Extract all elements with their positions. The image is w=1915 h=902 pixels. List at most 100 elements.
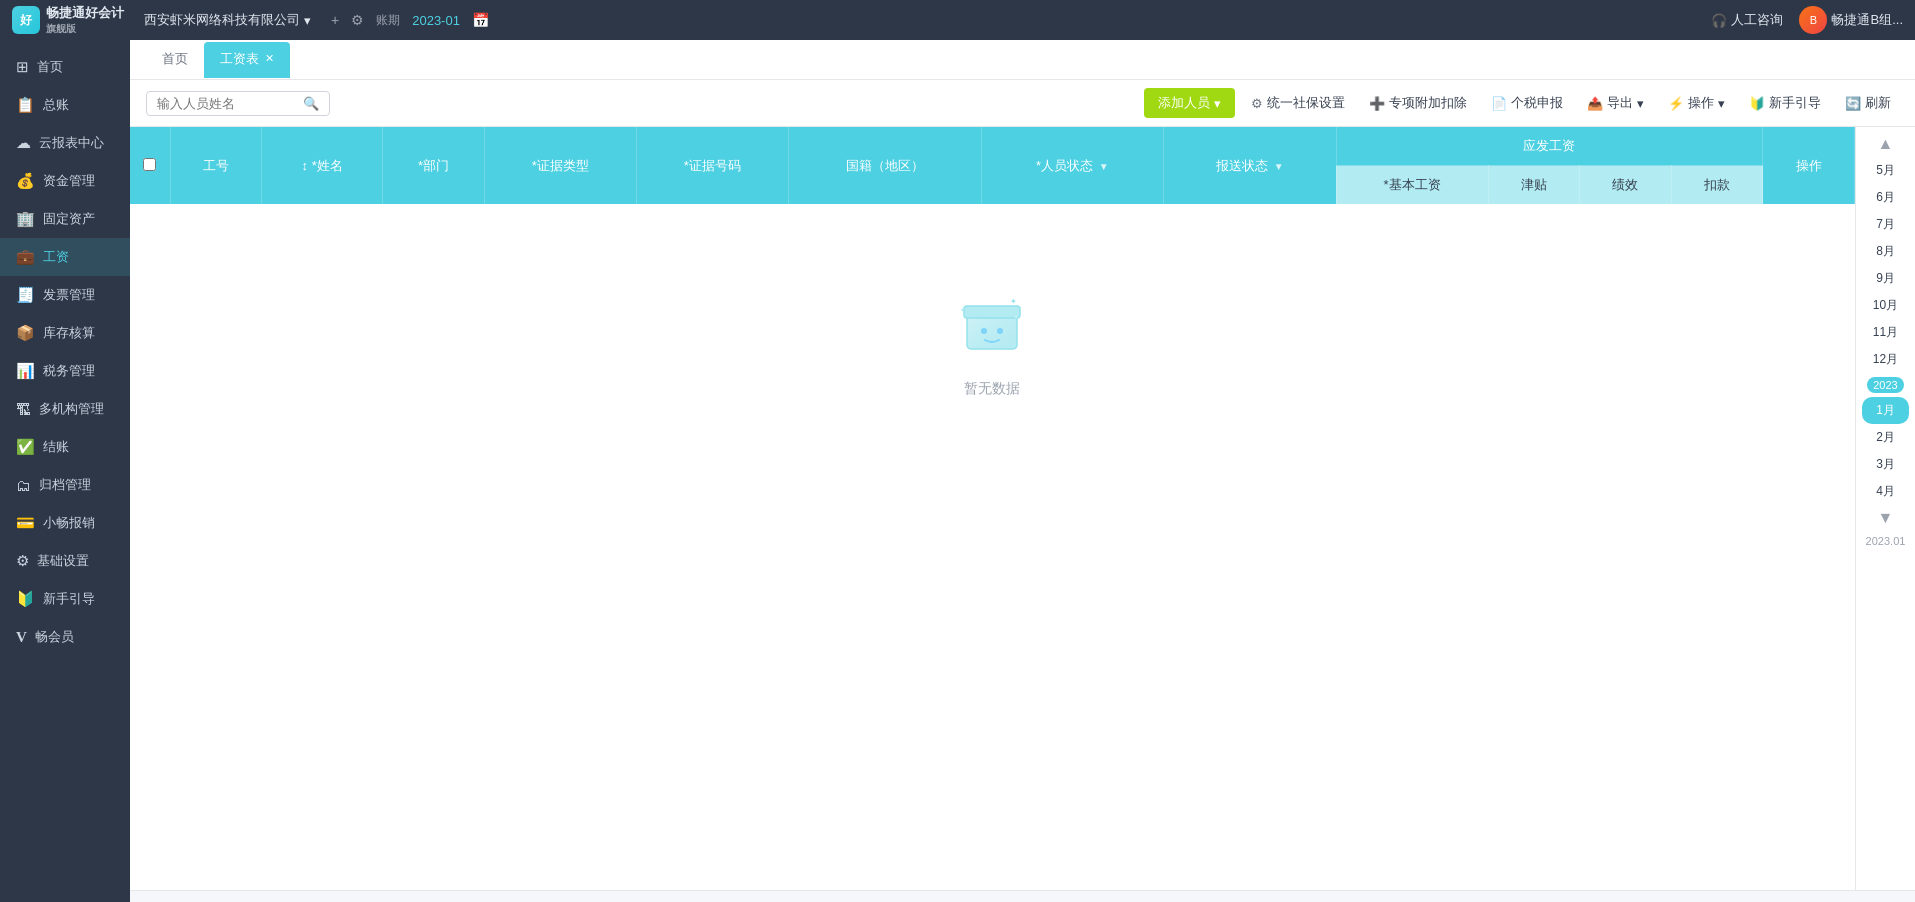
- home-icon: ⊞: [16, 58, 29, 76]
- headset-icon: 🎧: [1711, 13, 1727, 28]
- th-name[interactable]: ↕ *姓名: [262, 127, 383, 204]
- sidebar-item-tax[interactable]: 📊 税务管理: [0, 352, 130, 390]
- th-checkbox[interactable]: [130, 127, 170, 204]
- export-btn[interactable]: 📤 导出 ▾: [1579, 89, 1652, 117]
- sidebar-label-expense: 小畅报销: [43, 514, 95, 532]
- empty-state: ✦ ✦ ✦ 暂无数据: [130, 204, 1855, 478]
- sidebar-item-fund[interactable]: 💰 资金管理: [0, 162, 130, 200]
- sidebar-item-ledger[interactable]: 📋 总账: [0, 86, 130, 124]
- svg-point-3: [997, 328, 1003, 334]
- search-wrap: 🔍: [146, 91, 330, 116]
- search-input[interactable]: [157, 96, 297, 111]
- income-tax-btn[interactable]: 📄 个税申报: [1483, 89, 1571, 117]
- period-month-2022-07[interactable]: 7月: [1856, 211, 1915, 238]
- refresh-btn[interactable]: 🔄 刷新: [1837, 89, 1899, 117]
- company-name: 西安虾米网络科技有限公司: [144, 11, 300, 29]
- period-down-nav[interactable]: ▼: [1874, 505, 1898, 531]
- th-nationality: 国籍（地区）: [788, 127, 981, 204]
- sidebar-item-cloud-report[interactable]: ☁ 云报表中心: [0, 124, 130, 162]
- tab-salary-table[interactable]: 工资表 ✕: [204, 42, 290, 78]
- sidebar-item-member[interactable]: V 畅会员: [0, 618, 130, 656]
- logo-icon: 好: [12, 6, 40, 34]
- sidebar-item-archive[interactable]: 🗂 归档管理: [0, 466, 130, 504]
- special-deduction-icon: ➕: [1369, 96, 1385, 111]
- svg-rect-1: [964, 306, 1020, 318]
- period-month-2023-02[interactable]: 2月: [1856, 424, 1915, 451]
- empty-icon: ✦ ✦ ✦: [952, 284, 1032, 364]
- header-actions: 🎧 人工咨询 B 畅捷通B组...: [1711, 6, 1903, 34]
- guide-icon: 🔰: [16, 590, 35, 608]
- period-month-2023-03[interactable]: 3月: [1856, 451, 1915, 478]
- th-action: 操作: [1763, 127, 1855, 204]
- period-month-2022-12[interactable]: 12月: [1856, 346, 1915, 373]
- sidebar-item-home[interactable]: ⊞ 首页: [0, 48, 130, 86]
- settings-icon[interactable]: ⚙: [351, 12, 364, 28]
- period-month-2022-05[interactable]: 5月: [1856, 157, 1915, 184]
- human-service-btn[interactable]: 🎧 人工咨询: [1711, 11, 1783, 29]
- sidebar-item-inventory[interactable]: 📦 库存核算: [0, 314, 130, 352]
- operate-icon: ⚡: [1668, 96, 1684, 111]
- fund-icon: 💰: [16, 172, 35, 190]
- tab-close-icon[interactable]: ✕: [265, 52, 274, 65]
- new-guide-btn[interactable]: 🔰 新手引导: [1741, 89, 1829, 117]
- logo-sub: 旗舰版: [46, 22, 124, 36]
- tab-home[interactable]: 首页: [146, 42, 204, 78]
- period-month-2022-11[interactable]: 11月: [1856, 319, 1915, 346]
- company-selector[interactable]: 西安虾米网络科技有限公司 ▾: [136, 7, 319, 33]
- add-icon[interactable]: +: [331, 12, 339, 28]
- svg-rect-0: [967, 314, 1017, 349]
- th-emp-status[interactable]: *人员状态 ▼: [981, 127, 1163, 204]
- expense-icon: 💳: [16, 514, 35, 532]
- sidebar-label-closing: 结账: [43, 438, 69, 456]
- sidebar-label-invoice: 发票管理: [43, 286, 95, 304]
- operate-dropdown-icon: ▾: [1718, 96, 1725, 111]
- sidebar-item-multi-org[interactable]: 🏗 多机构管理: [0, 390, 130, 428]
- sidebar-item-guide[interactable]: 🔰 新手引导: [0, 580, 130, 618]
- company-dropdown-icon: ▾: [304, 13, 311, 28]
- period-month-2023-01[interactable]: 1月: [1862, 397, 1909, 424]
- user-area[interactable]: B 畅捷通B组...: [1799, 6, 1903, 34]
- add-person-button[interactable]: 添加人员 ▾: [1144, 88, 1235, 118]
- salary-icon: 💼: [16, 248, 35, 266]
- salary-table-wrap[interactable]: 工号 ↕ *姓名 *部门 *证据类型 *证据号码 国籍（地区） *人员状态 ▼: [130, 127, 1855, 890]
- sidebar-item-closing[interactable]: ✅ 结账: [0, 428, 130, 466]
- select-all-checkbox[interactable]: [143, 158, 156, 171]
- period-panel: ▲ 2022 5月 6月 7月 8月 9月 10月 11月 12月 2023 1…: [1855, 127, 1915, 890]
- sidebar-item-invoice[interactable]: 🧾 发票管理: [0, 276, 130, 314]
- sidebar-item-fixed-assets[interactable]: 🏢 固定资产: [0, 200, 130, 238]
- period-month-2022-08[interactable]: 8月: [1856, 238, 1915, 265]
- period-month-2022-10[interactable]: 10月: [1856, 292, 1915, 319]
- export-dropdown-icon: ▾: [1637, 96, 1644, 111]
- export-icon: 📤: [1587, 96, 1603, 111]
- sidebar-label-inventory: 库存核算: [43, 324, 95, 342]
- special-deduction-btn[interactable]: ➕ 专项附加扣除: [1361, 89, 1475, 117]
- period-up-nav[interactable]: ▲: [1874, 131, 1898, 157]
- add-person-dropdown-icon: ▾: [1214, 96, 1221, 111]
- period-month-2023-04[interactable]: 4月: [1856, 478, 1915, 505]
- main-layout: ⊞ 首页 📋 总账 ☁ 云报表中心 💰 资金管理 🏢 固定资产 💼 工资 🧾 发…: [0, 40, 1915, 902]
- horizontal-scrollbar-area: [130, 890, 1915, 902]
- calendar-icon[interactable]: 📅: [472, 12, 489, 28]
- th-report-status[interactable]: 报送状态 ▼: [1164, 127, 1336, 204]
- archive-icon: 🗂: [16, 477, 31, 494]
- sidebar-label-home: 首页: [37, 58, 63, 76]
- period-month-2022-09[interactable]: 9月: [1856, 265, 1915, 292]
- sidebar-item-expense[interactable]: 💳 小畅报销: [0, 504, 130, 542]
- sidebar-item-salary[interactable]: 💼 工资: [0, 238, 130, 276]
- basic-settings-icon: ⚙: [16, 552, 29, 570]
- operate-btn[interactable]: ⚡ 操作 ▾: [1660, 89, 1733, 117]
- social-security-btn[interactable]: ⚙ 统一社保设置: [1243, 89, 1353, 117]
- top-header: 好 畅捷通好会计 旗舰版 西安虾米网络科技有限公司 ▾ + ⚙ 账期 2023-…: [0, 0, 1915, 40]
- tab-salary-table-label: 工资表: [220, 50, 259, 68]
- member-icon: V: [16, 629, 27, 646]
- period-label: 账期: [376, 12, 400, 29]
- fixed-assets-icon: 🏢: [16, 210, 35, 228]
- sidebar: ⊞ 首页 📋 总账 ☁ 云报表中心 💰 资金管理 🏢 固定资产 💼 工资 🧾 发…: [0, 40, 130, 902]
- cloud-icon: ☁: [16, 134, 31, 152]
- th-dept: *部门: [383, 127, 484, 204]
- svg-point-2: [981, 328, 987, 334]
- period-value[interactable]: 2023-01: [412, 13, 460, 28]
- sidebar-item-settings[interactable]: ⚙ 基础设置: [0, 542, 130, 580]
- period-month-2022-06[interactable]: 6月: [1856, 184, 1915, 211]
- salary-table-body: ✦ ✦ ✦ 暂无数据: [130, 204, 1855, 478]
